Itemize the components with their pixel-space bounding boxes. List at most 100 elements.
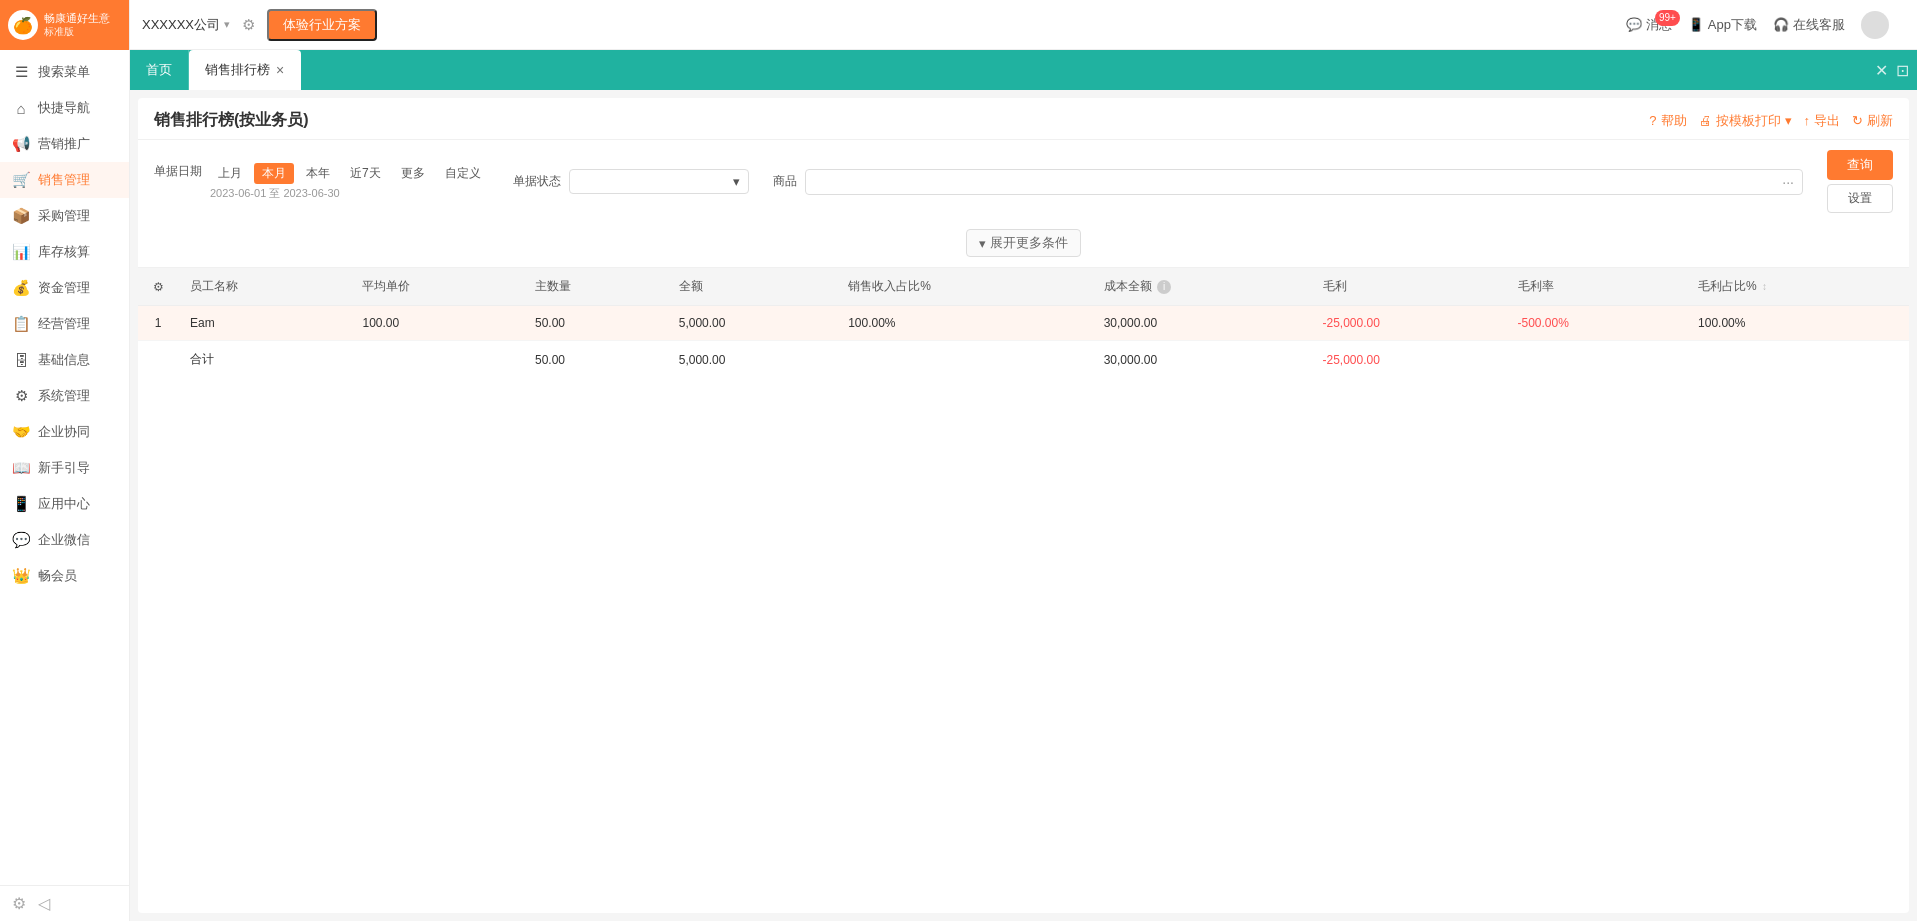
tab-sales-rank[interactable]: 销售排行榜 × — [189, 50, 301, 90]
date-btn-more[interactable]: 更多 — [393, 163, 433, 184]
app-download-btn[interactable]: 📱 App下载 — [1688, 16, 1757, 34]
sidebar-item-搜索菜单[interactable]: ☰搜索菜单 — [0, 54, 129, 90]
page-actions: ? 帮助 🖨 按模板打印 ▾ ↑ 导出 ↻ 刷新 — [1649, 112, 1893, 130]
sidebar-item-采购管理[interactable]: 📦采购管理 — [0, 198, 129, 234]
goods-select[interactable]: ··· — [805, 169, 1803, 195]
th-settings[interactable]: ⚙ — [138, 268, 178, 306]
date-options-block: 上月 本月 本年 近7天 更多 自定义 2023-06-01 至 2023-06… — [210, 163, 489, 201]
sidebar-item-label: 应用中心 — [38, 495, 90, 513]
sidebar-item-icon: 📊 — [12, 243, 30, 261]
sidebar-item-应用中心[interactable]: 📱 应用中心 — [0, 486, 129, 522]
cell-amount: 5,000.00 — [667, 306, 836, 341]
sidebar-item-label: 基础信息 — [38, 351, 90, 369]
topbar: XXXXXX公司 ▾ ⚙ 体验行业方案 💬 消息 99+ 📱 App下载 🎧 在… — [130, 0, 1917, 50]
query-btn[interactable]: 查询 — [1827, 150, 1893, 180]
refresh-icon: ↻ — [1852, 113, 1863, 128]
sidebar-item-企业协同[interactable]: 🤝企业协同 — [0, 414, 129, 450]
online-service-btn[interactable]: 🎧 在线客服 — [1773, 16, 1845, 34]
refresh-btn[interactable]: ↻ 刷新 — [1852, 112, 1893, 130]
date-btn-custom[interactable]: 自定义 — [437, 163, 489, 184]
table-wrapper: ⚙ 员工名称 平均单价 主数量 全额 销售收入占比% 成本全额 i 毛利 毛利率… — [138, 268, 1909, 913]
date-filter: 单据日期 上月 本月 本年 近7天 更多 自定义 2023-06-01 至 20… — [154, 163, 489, 201]
topbar-right: 💬 消息 99+ 📱 App下载 🎧 在线客服 — [1626, 11, 1905, 39]
fullscreen-icon[interactable]: ⊡ — [1896, 61, 1909, 80]
sidebar-item-icon: 👑 — [12, 567, 30, 585]
sidebar-item-库存核算[interactable]: 📊库存核算 — [0, 234, 129, 270]
cell-main-qty: 50.00 — [523, 306, 667, 341]
company-selector[interactable]: XXXXXX公司 ▾ — [142, 16, 230, 34]
export-btn[interactable]: ↑ 导出 — [1804, 112, 1841, 130]
message-btn[interactable]: 💬 消息 99+ — [1626, 16, 1672, 34]
online-service-label: 在线客服 — [1793, 16, 1845, 34]
th-cost: 成本全额 i — [1092, 268, 1311, 306]
date-btn-last-month[interactable]: 上月 — [210, 163, 250, 184]
sidebar-logo: 🍊 畅康通好生意 标准版 — [0, 0, 129, 50]
sidebar-item-企业微信[interactable]: 💬企业微信 — [0, 522, 129, 558]
sidebar-item-基础信息[interactable]: 🗄基础信息 — [0, 342, 129, 378]
sidebar-item-资金管理[interactable]: 💰资金管理 — [0, 270, 129, 306]
date-btn-this-year[interactable]: 本年 — [298, 163, 338, 184]
sidebar-item-label: 畅会员 — [38, 567, 77, 585]
table-head: ⚙ 员工名称 平均单价 主数量 全额 销售收入占比% 成本全额 i 毛利 毛利率… — [138, 268, 1909, 306]
expand-btn[interactable]: ▾ 展开更多条件 — [966, 229, 1081, 257]
gross-pct-sort-icon[interactable]: ↕ — [1762, 281, 1767, 292]
sidebar-item-系统管理[interactable]: ⚙系统管理 — [0, 378, 129, 414]
cell-gross: -25,000.00 — [1311, 306, 1506, 341]
tab-home[interactable]: 首页 — [130, 50, 189, 90]
expand-label: 展开更多条件 — [990, 234, 1068, 252]
footer-empty-2 — [350, 341, 522, 379]
th-gross-pct: 毛利占比% ↕ — [1686, 268, 1909, 306]
cost-info-icon[interactable]: i — [1157, 280, 1171, 294]
topbar-gear-icon[interactable]: ⚙ — [242, 16, 255, 34]
sidebar-item-经营管理[interactable]: 📋经营管理 — [0, 306, 129, 342]
date-btn-this-month[interactable]: 本月 — [254, 163, 294, 184]
collapse-icon[interactable]: ◁ — [38, 894, 50, 913]
tab-close-icon[interactable]: × — [276, 62, 284, 78]
sidebar-item-icon: 📱 — [12, 495, 30, 513]
sidebar-item-label: 营销推广 — [38, 135, 90, 153]
close-window-icon[interactable]: ✕ — [1875, 61, 1888, 80]
logo-sub: 标准版 — [44, 25, 110, 39]
footer-amount: 5,000.00 — [667, 341, 836, 379]
sidebar-item-label: 企业微信 — [38, 531, 90, 549]
th-main-qty: 主数量 — [523, 268, 667, 306]
sidebar-item-label: 新手引导 — [38, 459, 90, 477]
message-badge: 99+ — [1655, 10, 1680, 26]
logo-name: 畅康通好生意 — [44, 11, 110, 25]
sidebar-item-label: 搜索菜单 — [38, 63, 90, 81]
tab-home-label: 首页 — [146, 61, 172, 79]
logo-text-block: 畅康通好生意 标准版 — [44, 11, 110, 39]
print-btn[interactable]: 🖨 按模板打印 ▾ — [1699, 112, 1792, 130]
status-select[interactable]: ▾ — [569, 169, 749, 194]
cell-gross-rate: -500.00% — [1506, 306, 1687, 341]
th-amount: 全额 — [667, 268, 836, 306]
settings-btn[interactable]: 设置 — [1827, 184, 1893, 213]
sidebar-item-label: 采购管理 — [38, 207, 90, 225]
sidebar-item-快捷导航[interactable]: ⌂快捷导航 — [0, 90, 129, 126]
table-body: 1 Eam 100.00 50.00 5,000.00 100.00% 30,0… — [138, 306, 1909, 341]
sidebar-item-icon: 📢 — [12, 135, 30, 153]
status-label: 单据状态 — [513, 173, 561, 190]
logo-icon: 🍊 — [8, 10, 38, 40]
settings-icon[interactable]: ⚙ — [12, 894, 26, 913]
help-btn[interactable]: ? 帮助 — [1649, 112, 1686, 130]
data-table: ⚙ 员工名称 平均单价 主数量 全额 销售收入占比% 成本全额 i 毛利 毛利率… — [138, 268, 1909, 378]
print-arrow-icon: ▾ — [1785, 113, 1792, 128]
sidebar-item-营销推广[interactable]: 📢 营销推广 — [0, 126, 129, 162]
footer-label: 合计 — [178, 341, 350, 379]
sidebar-item-新手引导[interactable]: 📖新手引导 — [0, 450, 129, 486]
trial-btn[interactable]: 体验行业方案 — [267, 9, 377, 41]
tabbar: 首页 销售排行榜 × ✕ ⊡ — [130, 50, 1917, 90]
sidebar-item-畅会员[interactable]: 👑 畅会员 — [0, 558, 129, 594]
sidebar-item-销售管理[interactable]: 🛒销售管理 — [0, 162, 129, 198]
filter-buttons: 查询 设置 — [1827, 150, 1893, 213]
status-arrow-icon: ▾ — [733, 174, 740, 189]
page-title: 销售排行榜(按业务员) — [154, 110, 309, 131]
date-btn-7days[interactable]: 近7天 — [342, 163, 389, 184]
expand-row: ▾ 展开更多条件 — [154, 225, 1893, 257]
th-avg-price: 平均单价 — [350, 268, 522, 306]
footer-cost: 30,000.00 — [1092, 341, 1311, 379]
footer-empty-5 — [1686, 341, 1909, 379]
company-arrow-icon: ▾ — [224, 18, 230, 31]
avatar[interactable] — [1861, 11, 1889, 39]
